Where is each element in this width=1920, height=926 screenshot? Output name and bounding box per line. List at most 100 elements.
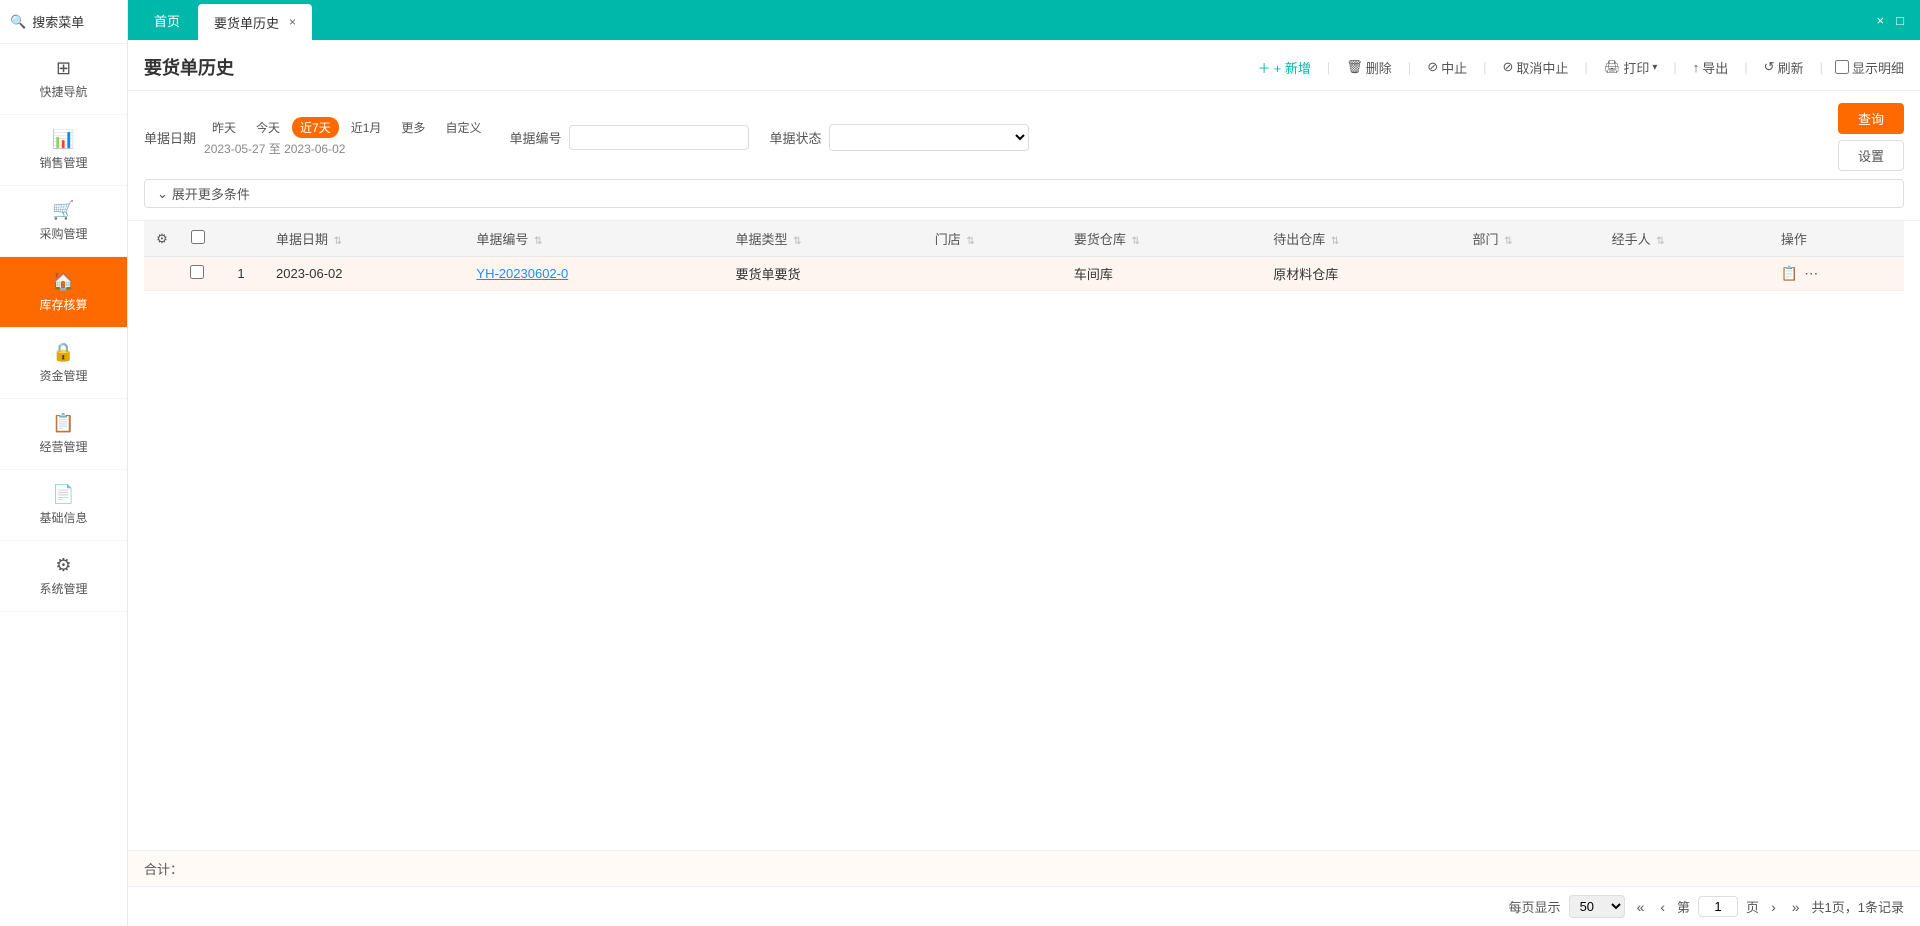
sidebar-search-label: 搜索菜单 xyxy=(32,12,84,31)
date-opt-7days[interactable]: 近7天 xyxy=(292,117,339,138)
delete-icon: 🗑 xyxy=(1346,59,1363,75)
cancel-stop-label: 取消中止 xyxy=(1516,58,1568,77)
date-opt-today[interactable]: 今天 xyxy=(248,117,288,138)
row-edit-button[interactable]: 📋 xyxy=(1781,265,1798,282)
tab-requisition-history[interactable]: 要货单历史 × xyxy=(198,4,312,40)
th-doc-type[interactable]: 单据类型 ⇅ xyxy=(725,221,924,257)
sidebar-item-purchase[interactable]: 🛒 采购管理 xyxy=(0,186,127,257)
th-num xyxy=(216,221,266,257)
select-all-checkbox[interactable] xyxy=(191,230,205,244)
th-ops-label: 操作 xyxy=(1781,232,1807,247)
date-range-display: 2023-05-27 至 2023-06-02 xyxy=(204,140,489,157)
topbar-right-actions: × □ xyxy=(1877,13,1920,28)
date-opt-1month[interactable]: 近1月 xyxy=(343,117,390,138)
sidebar-item-inventory[interactable]: 🏠 库存核算 xyxy=(0,257,127,328)
cell-num: 1 xyxy=(216,257,266,291)
expand-more-row: ⌄ 展开更多条件 xyxy=(144,179,1904,208)
refresh-button[interactable]: ↺ 刷新 xyxy=(1760,58,1808,77)
export-button[interactable]: ↑ 导出 xyxy=(1689,58,1733,77)
topbar-close-button[interactable]: × xyxy=(1877,13,1885,28)
refresh-icon: ↺ xyxy=(1764,59,1775,75)
th-date[interactable]: 单据日期 ⇅ xyxy=(266,221,466,257)
cell-req-warehouse: 车间库 xyxy=(1064,257,1263,291)
doc-no-filter: 单据编号 xyxy=(509,125,749,150)
doc-no-link[interactable]: YH-20230602-0 xyxy=(476,266,568,281)
date-opt-yesterday[interactable]: 昨天 xyxy=(204,117,244,138)
sort-store-icon: ⇅ xyxy=(966,236,974,247)
row-checkbox[interactable] xyxy=(190,265,204,279)
th-doc-no[interactable]: 单据编号 ⇅ xyxy=(466,221,725,257)
display-cell-checkbox[interactable] xyxy=(1835,60,1849,74)
date-opt-custom[interactable]: 自定义 xyxy=(437,117,489,138)
filter-row: 单据日期 昨天 今天 近7天 近1月 更多 自定义 2023-05-27 至 2… xyxy=(144,103,1904,171)
base-icon: 📄 xyxy=(52,484,74,505)
delete-button[interactable]: 🗑 删除 xyxy=(1342,58,1396,77)
sidebar-item-ops[interactable]: 📋 经营管理 xyxy=(0,399,127,470)
sidebar-item-label: 经营管理 xyxy=(39,438,87,455)
th-gear[interactable]: ⚙ xyxy=(144,221,180,257)
cell-gear xyxy=(144,257,180,291)
th-dept[interactable]: 部门 ⇅ xyxy=(1463,221,1602,257)
sort-docno-icon: ⇅ xyxy=(534,236,542,247)
sidebar-item-label: 资金管理 xyxy=(39,367,87,384)
page-input[interactable] xyxy=(1698,896,1738,917)
query-button[interactable]: 查询 xyxy=(1838,103,1904,134)
sidebar-item-base[interactable]: 📄 基础信息 xyxy=(0,470,127,541)
expand-more-button[interactable]: ⌄ 展开更多条件 xyxy=(144,179,1904,208)
prev-page-button[interactable]: ‹ xyxy=(1656,897,1669,917)
page-title: 要货单历史 xyxy=(144,54,234,80)
th-handler-label: 经手人 xyxy=(1612,232,1651,247)
cell-doc-type: 要货单要货 xyxy=(725,257,924,291)
header-right: ＋ + 新增 | 🗑 删除 | ⊘ 中止 | ⊘ 取消中止 | xyxy=(1254,58,1904,77)
tab-home[interactable]: 首页 xyxy=(138,0,196,40)
date-options: 昨天 今天 近7天 近1月 更多 自定义 xyxy=(204,117,489,138)
gear-icon[interactable]: ⚙ xyxy=(156,231,168,246)
sales-icon: 📊 xyxy=(52,129,74,150)
next-page-button[interactable]: › xyxy=(1767,897,1780,917)
date-filter: 单据日期 昨天 今天 近7天 近1月 更多 自定义 2023-05-27 至 2… xyxy=(144,117,489,157)
sidebar-item-quick-nav[interactable]: ⊞ 快捷导航 xyxy=(0,44,127,115)
sort-dept-icon: ⇅ xyxy=(1504,236,1512,247)
tab-close-icon[interactable]: × xyxy=(289,15,296,29)
sep5: | xyxy=(1673,60,1676,75)
th-checkbox xyxy=(180,221,216,257)
sidebar-item-sales[interactable]: 📊 销售管理 xyxy=(0,115,127,186)
th-dept-label: 部门 xyxy=(1473,232,1499,247)
setting-button[interactable]: 设置 xyxy=(1838,140,1904,171)
per-page-select[interactable]: 20 50 100 200 xyxy=(1569,895,1625,918)
cell-doc-no: YH-20230602-0 xyxy=(466,257,725,291)
ops-icon: 📋 xyxy=(52,413,74,434)
topbar-minimize-button[interactable]: □ xyxy=(1896,13,1904,28)
sidebar-item-label: 销售管理 xyxy=(39,154,87,171)
row-more-button[interactable]: ⋯ xyxy=(1804,265,1818,282)
sidebar-item-system[interactable]: ⚙ 系统管理 xyxy=(0,541,127,612)
cell-handler xyxy=(1602,257,1771,291)
display-cell-label: 显示明细 xyxy=(1852,58,1904,77)
delete-label: 删除 xyxy=(1366,58,1392,77)
stop-button[interactable]: ⊘ 中止 xyxy=(1423,58,1471,77)
first-page-button[interactable]: « xyxy=(1633,897,1649,917)
status-select[interactable] xyxy=(829,124,1029,151)
status-filter: 单据状态 xyxy=(769,124,1029,151)
cell-checkbox xyxy=(180,257,216,291)
cancel-stop-button[interactable]: ⊘ 取消中止 xyxy=(1499,58,1573,77)
filter-action-buttons: 查询 设置 xyxy=(1838,103,1904,171)
search-icon: 🔍 xyxy=(10,14,26,30)
home-icon: ⊞ xyxy=(56,58,71,79)
th-pending-warehouse[interactable]: 待出仓库 ⇅ xyxy=(1263,221,1462,257)
export-icon: ↑ xyxy=(1693,60,1700,75)
sidebar-search[interactable]: 🔍 搜索菜单 xyxy=(0,0,127,44)
print-button[interactable]: 🖨 打印 ▾ xyxy=(1600,58,1662,77)
expand-more-label: 展开更多条件 xyxy=(172,184,250,203)
doc-no-input[interactable] xyxy=(569,125,749,150)
th-store[interactable]: 门店 ⇅ xyxy=(925,221,1064,257)
cell-dept xyxy=(1463,257,1602,291)
tab-requisition-label: 要货单历史 xyxy=(214,13,279,32)
th-req-warehouse[interactable]: 要货仓库 ⇅ xyxy=(1064,221,1263,257)
last-page-button[interactable]: » xyxy=(1788,897,1804,917)
new-button[interactable]: ＋ + 新增 xyxy=(1254,58,1315,77)
th-handler[interactable]: 经手人 ⇅ xyxy=(1602,221,1771,257)
sidebar-item-finance[interactable]: 🔒 资金管理 xyxy=(0,328,127,399)
date-opt-more[interactable]: 更多 xyxy=(393,117,433,138)
display-cell-button[interactable]: 显示明细 xyxy=(1835,58,1904,77)
